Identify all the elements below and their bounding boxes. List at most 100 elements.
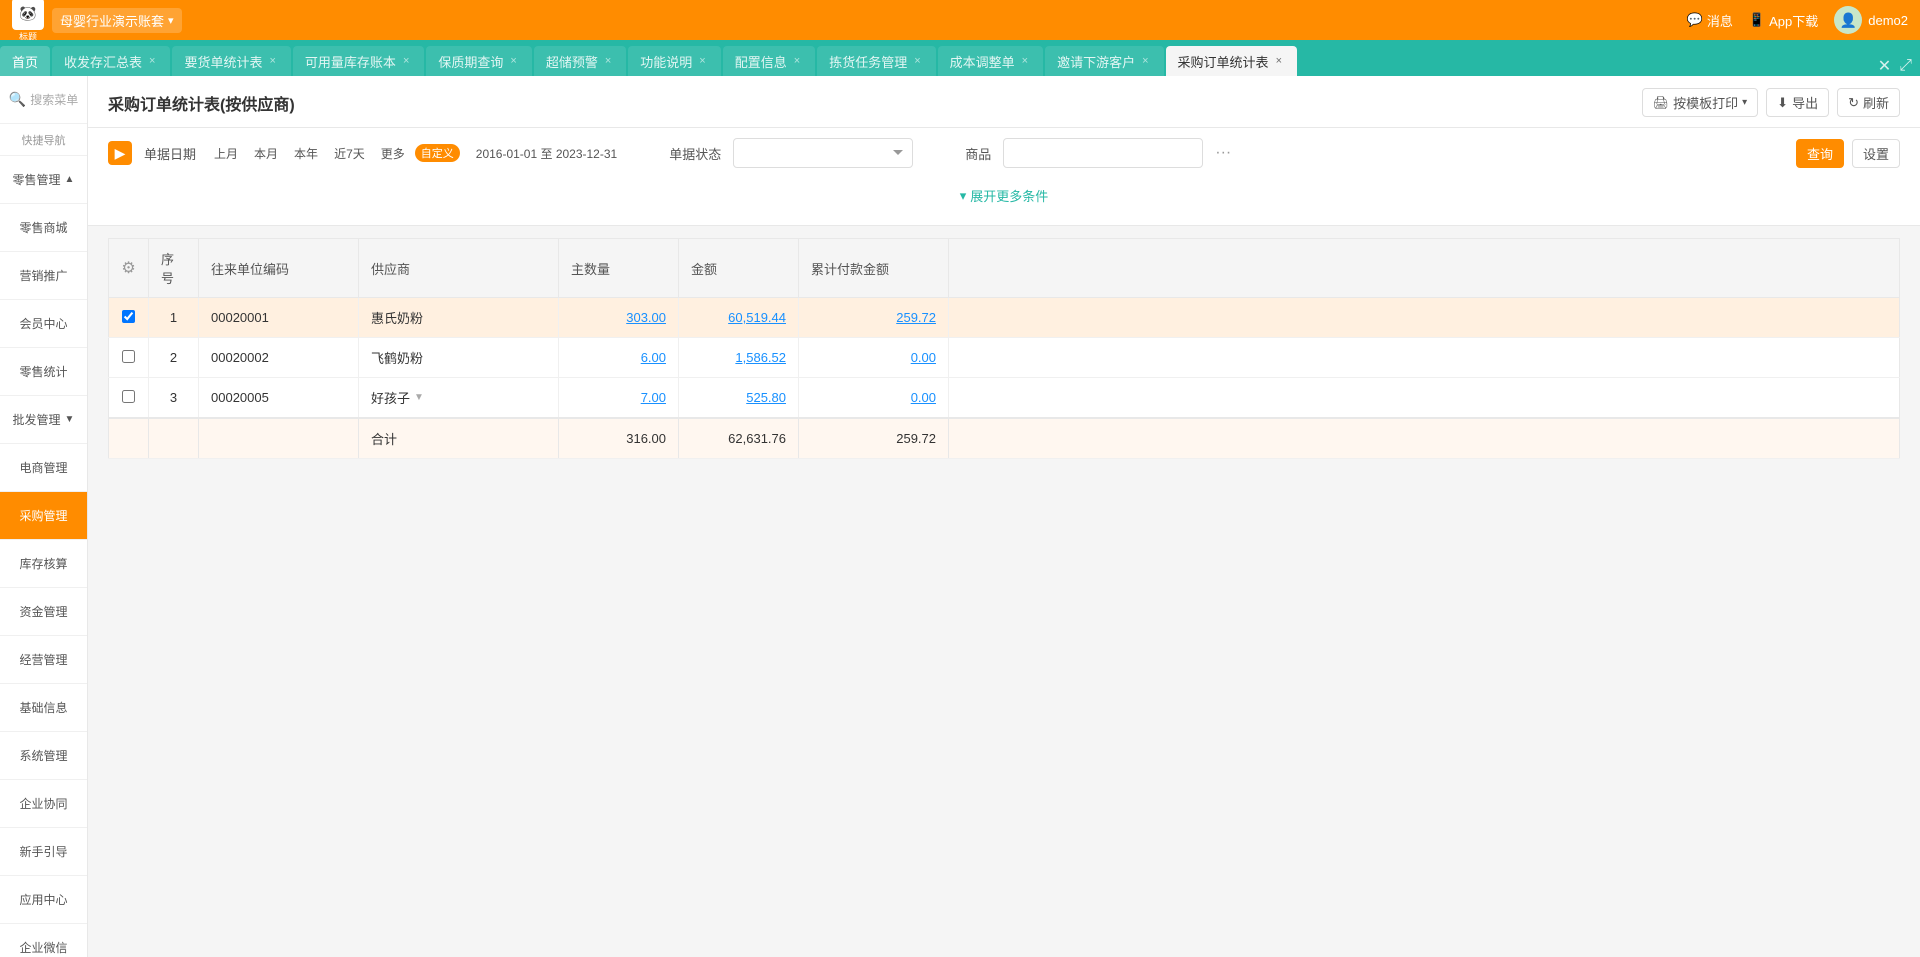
workspace-selector[interactable]: 母婴行业演示账套 ▾ xyxy=(52,8,182,33)
col-qty: 主数量 xyxy=(559,239,679,298)
amount-link[interactable]: 1,586.52 xyxy=(735,350,786,365)
tab-config-info[interactable]: 配置信息 × xyxy=(723,46,815,76)
col-seq: 序号 xyxy=(149,239,199,298)
paid-link[interactable]: 0.00 xyxy=(911,390,936,405)
table-body: 1 00020001 惠氏奶粉 303.00 60,519.44 259.72 … xyxy=(109,298,1900,419)
user-area[interactable]: 👤 demo2 xyxy=(1834,6,1908,34)
tab-cost-adjust[interactable]: 成本调整单 × xyxy=(938,46,1043,76)
sidebar-app-center-label: 应用中心 xyxy=(19,891,67,908)
tab-demand-stats[interactable]: 要货单统计表 × xyxy=(172,46,290,76)
print-icon: 🖨 xyxy=(1653,95,1670,111)
tab-invite-downstream[interactable]: 邀请下游客户 × xyxy=(1045,46,1163,76)
logo-symbol: 🐼 xyxy=(19,5,36,22)
expand-more-btn[interactable]: ▾ 展开更多条件 xyxy=(948,182,1061,209)
date-custom-badge[interactable]: 自定义 xyxy=(415,144,460,162)
sidebar-item-fund-manage[interactable]: 资金管理 xyxy=(0,588,87,636)
tab-available-stock-close[interactable]: × xyxy=(400,54,412,68)
row-checkbox-cell[interactable] xyxy=(109,298,149,338)
sidebar-item-purchase-manage[interactable]: 采购管理 xyxy=(0,492,87,540)
footer-empty-code xyxy=(199,418,359,459)
filter-collapse-btn[interactable]: ▶ xyxy=(108,141,132,165)
tab-available-stock[interactable]: 可用量库存账本 × xyxy=(293,46,424,76)
date-shortcut-this-year[interactable]: 本年 xyxy=(288,143,324,164)
tab-function-desc-close[interactable]: × xyxy=(696,54,708,68)
settings-label: 设置 xyxy=(1863,144,1889,163)
tab-home[interactable]: 首页 xyxy=(0,46,50,76)
tab-overstock-alert-close[interactable]: × xyxy=(602,54,614,68)
print-button[interactable]: 🖨 按模板打印 ▾ xyxy=(1642,88,1759,117)
sidebar-item-app-center[interactable]: 应用中心 xyxy=(0,876,87,924)
goods-filter-dots[interactable]: ··· xyxy=(1215,144,1231,162)
goods-filter-input[interactable] xyxy=(1003,138,1203,168)
sidebar-enterprise-collab-label: 企业协同 xyxy=(19,795,67,812)
sidebar-search[interactable]: 🔍 搜索菜单 xyxy=(0,76,87,124)
sidebar-item-new-user-guide[interactable]: 新手引导 xyxy=(0,828,87,876)
paid-link[interactable]: 0.00 xyxy=(911,350,936,365)
tab-warranty-query-close[interactable]: × xyxy=(507,54,519,68)
tab-collect-dispatch[interactable]: 收发存汇总表 × xyxy=(52,46,170,76)
sidebar-retail-stats-label: 零售统计 xyxy=(19,363,67,380)
date-shortcut-last-month[interactable]: 上月 xyxy=(208,143,244,164)
table-row: 1 00020001 惠氏奶粉 303.00 60,519.44 259.72 xyxy=(109,298,1900,338)
tab-config-info-close[interactable]: × xyxy=(791,54,803,68)
refresh-button[interactable]: ↻ 刷新 xyxy=(1837,88,1900,117)
tab-purchase-order-stats-close[interactable]: × xyxy=(1273,54,1285,68)
sidebar-item-retail-manage[interactable]: 零售管理 ▲ xyxy=(0,156,87,204)
status-filter-select[interactable] xyxy=(733,138,913,168)
date-shortcut-7days[interactable]: 近7天 xyxy=(328,143,371,164)
table-settings-icon[interactable]: ⚙ xyxy=(121,260,135,277)
app-download-action[interactable]: 📱 App下载 xyxy=(1749,11,1818,30)
col-paid: 累计付款金额 xyxy=(799,239,949,298)
message-action[interactable]: 💬 消息 xyxy=(1687,11,1733,30)
sidebar-item-retail-stats[interactable]: 零售统计 xyxy=(0,348,87,396)
supplier-expand-icon[interactable]: ▼ xyxy=(414,392,424,403)
tab-collect-dispatch-close[interactable]: × xyxy=(146,54,158,68)
tab-maximize-button[interactable]: ⤢ xyxy=(1899,57,1912,75)
settings-button[interactable]: 设置 xyxy=(1852,139,1900,168)
tab-invite-downstream-close[interactable]: × xyxy=(1139,54,1151,68)
sidebar-item-inventory-check[interactable]: 库存核算 xyxy=(0,540,87,588)
sidebar-item-basic-info[interactable]: 基础信息 xyxy=(0,684,87,732)
row-code: 00020002 xyxy=(199,338,359,378)
row-seq: 1 xyxy=(149,298,199,338)
sidebar-item-retail-store[interactable]: 零售商城 xyxy=(0,204,87,252)
qty-link[interactable]: 303.00 xyxy=(626,310,666,325)
message-label: 消息 xyxy=(1707,11,1733,30)
export-button[interactable]: ⬇ 导出 xyxy=(1766,88,1829,117)
sidebar-item-member-center[interactable]: 会员中心 xyxy=(0,300,87,348)
qty-link[interactable]: 7.00 xyxy=(641,390,666,405)
sidebar-item-wholesale-manage[interactable]: 批发管理 ▼ xyxy=(0,396,87,444)
sidebar-item-ecommerce-manage[interactable]: 电商管理 xyxy=(0,444,87,492)
row-checkbox-cell[interactable] xyxy=(109,378,149,419)
tab-picking-task-close[interactable]: × xyxy=(911,54,923,68)
row-checkbox-cell[interactable] xyxy=(109,338,149,378)
paid-link[interactable]: 259.72 xyxy=(896,310,936,325)
tab-purchase-order-stats[interactable]: 采购订单统计表 × xyxy=(1166,46,1297,76)
tab-demand-stats-close[interactable]: × xyxy=(266,54,278,68)
sidebar-item-operation-manage[interactable]: 经营管理 xyxy=(0,636,87,684)
qty-link[interactable]: 6.00 xyxy=(641,350,666,365)
tab-warranty-query[interactable]: 保质期查询 × xyxy=(426,46,531,76)
sidebar-item-enterprise-collab[interactable]: 企业协同 xyxy=(0,780,87,828)
sidebar-item-enterprise-wechat[interactable]: 企业微信 xyxy=(0,924,87,957)
topbar-left: 🐼 标题 母婴行业演示账套 ▾ xyxy=(12,0,182,43)
tab-picking-task[interactable]: 拣货任务管理 × xyxy=(817,46,935,76)
footer-empty-end xyxy=(949,418,1900,459)
row-checkbox[interactable] xyxy=(122,350,135,363)
tab-function-desc[interactable]: 功能说明 × xyxy=(628,46,720,76)
content-area: 采购订单统计表(按供应商) 🖨 按模板打印 ▾ ⬇ 导出 ↻ 刷新 xyxy=(88,76,1920,957)
footer-paid: 259.72 xyxy=(799,418,949,459)
sidebar-item-system-manage[interactable]: 系统管理 xyxy=(0,732,87,780)
sidebar: 🔍 搜索菜单 快捷导航 零售管理 ▲ 零售商城 营销推广 会员中心 零售统计 批… xyxy=(0,76,88,957)
row-checkbox[interactable] xyxy=(122,390,135,403)
sidebar-item-marketing[interactable]: 营销推广 xyxy=(0,252,87,300)
amount-link[interactable]: 525.80 xyxy=(746,390,786,405)
date-shortcut-this-month[interactable]: 本月 xyxy=(248,143,284,164)
row-checkbox[interactable] xyxy=(122,310,135,323)
tab-close-all-button[interactable]: ✕ xyxy=(1878,56,1891,76)
tab-overstock-alert[interactable]: 超储预警 × xyxy=(534,46,626,76)
query-button[interactable]: 查询 xyxy=(1796,139,1844,168)
amount-link[interactable]: 60,519.44 xyxy=(728,310,786,325)
tab-cost-adjust-close[interactable]: × xyxy=(1019,54,1031,68)
date-shortcut-more[interactable]: 更多 xyxy=(375,143,411,164)
